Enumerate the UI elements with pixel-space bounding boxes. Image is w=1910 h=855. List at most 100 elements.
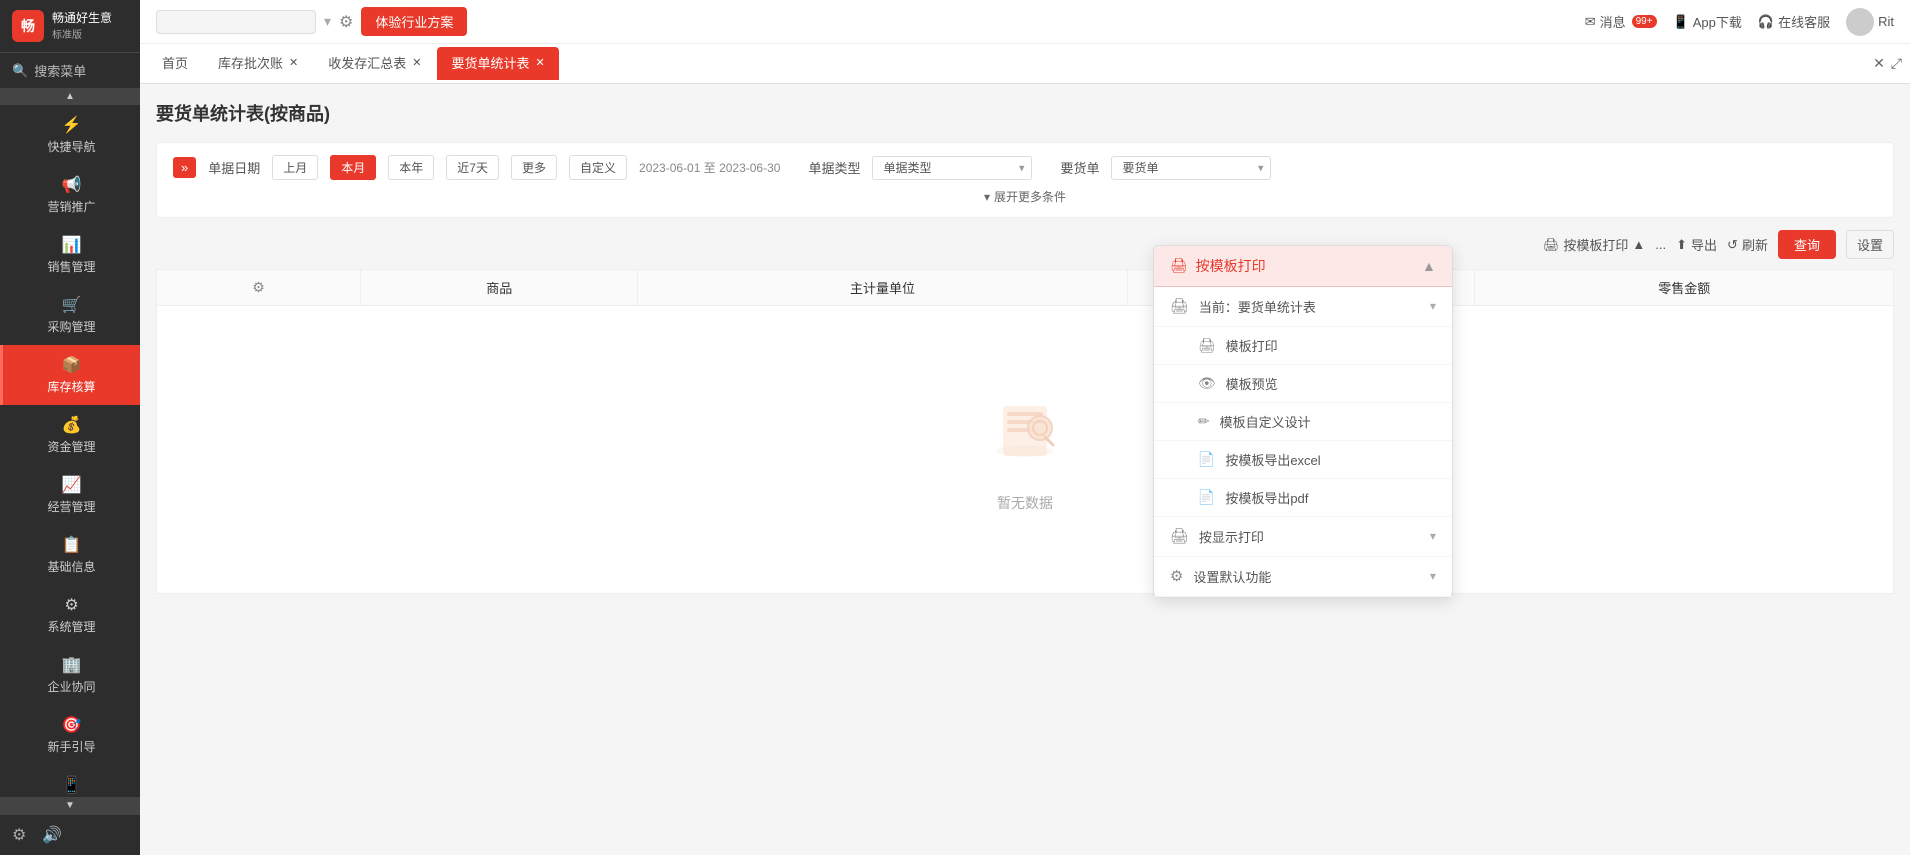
table-settings-icon[interactable]: ⚙ [252, 279, 265, 295]
refresh-button[interactable]: ↺ 刷新 [1727, 235, 1768, 254]
tab-receipt-summary-close[interactable]: ✕ [412, 56, 421, 69]
online-service-label: 在线客服 [1778, 12, 1830, 31]
date-more-button[interactable]: 更多 [511, 155, 557, 180]
avatar [1846, 8, 1874, 36]
tab-order-stat[interactable]: 要货单统计表 ✕ [437, 47, 558, 80]
tab-expand-button[interactable]: ⤢ [1891, 55, 1902, 72]
template-export-excel-icon: 📄 [1198, 451, 1215, 468]
template-export-pdf-label: 按模板导出pdf [1225, 488, 1308, 507]
set-default-chevron: ▾ [1430, 569, 1436, 583]
tab-batch-account-label: 库存批次账 [218, 53, 283, 72]
sidebar-item-system[interactable]: ⚙ 系统管理 [0, 585, 140, 645]
sidebar-item-marketing[interactable]: 📢 营销推广 [0, 165, 140, 225]
more-options-button[interactable]: ... [1655, 237, 1666, 252]
display-print-chevron: ▾ [1430, 529, 1436, 543]
set-default-item[interactable]: ⚙ 设置默认功能 ▾ [1154, 557, 1452, 597]
col-settings[interactable]: ⚙ [157, 270, 361, 306]
display-print-item[interactable]: 🖨 按显示打印 ▾ [1154, 517, 1452, 557]
sidebar-item-label: 采购管理 [47, 318, 95, 335]
date-last-month-button[interactable]: 上月 [272, 155, 318, 180]
export-button[interactable]: ⬆ 导出 [1676, 235, 1717, 254]
topbar-gear-icon[interactable]: ⚙ [339, 12, 353, 32]
audio-icon[interactable]: 🔊 [42, 825, 62, 845]
set-default-label: 设置默认功能 [1193, 567, 1271, 586]
sidebar-item-basic[interactable]: 📋 基础信息 [0, 525, 140, 585]
date-filter-label: 单据日期 [208, 158, 260, 177]
scroll-up-button[interactable]: ▲ [0, 88, 140, 105]
sidebar-item-label: 基础信息 [47, 558, 95, 575]
user-avatar-button[interactable]: Rit [1846, 8, 1894, 36]
print-dropdown-popup: 🖨 按模板打印 ▲ 🖨 当前：要货单统计表 ▾ [1153, 245, 1453, 598]
print-button[interactable]: 🖨 按模板打印 ▲ [1543, 235, 1645, 254]
sidebar-item-finance[interactable]: 💰 资金管理 [0, 405, 140, 465]
tab-close-all-button[interactable]: ✕ [1873, 55, 1885, 72]
template-print-icon: 🖨 [1198, 337, 1216, 354]
export-label: 导出 [1691, 235, 1717, 254]
industry-solution-button[interactable]: 体验行业方案 [361, 7, 467, 36]
tab-receipt-summary-label: 收发存汇总表 [328, 53, 406, 72]
filter-expand-icon-button[interactable]: » [173, 157, 196, 178]
template-print-item[interactable]: 🖨 模板打印 [1154, 327, 1452, 365]
marketing-icon: 📢 [62, 175, 82, 195]
tab-receipt-summary[interactable]: 收发存汇总表 ✕ [314, 47, 435, 80]
sidebar-item-label: 资金管理 [47, 438, 95, 455]
settings-icon[interactable]: ⚙ [12, 825, 26, 845]
download-icon: 📱 [1673, 14, 1689, 30]
message-button[interactable]: ✉ 消息 99+ [1585, 12, 1657, 31]
sidebar-search[interactable]: 🔍 搜索菜单 [0, 53, 140, 88]
date-last-7days-button[interactable]: 近7天 [446, 155, 499, 180]
type-filter-select[interactable]: 单据类型 [872, 156, 1032, 180]
template-design-item[interactable]: ✏ 模板自定义设计 [1154, 403, 1452, 441]
print-icon: 🖨 [1543, 237, 1560, 253]
sidebar-item-purchase[interactable]: 🛒 采购管理 [0, 285, 140, 345]
sidebar-item-label: 库存核算 [47, 378, 95, 395]
finance-icon: 💰 [62, 415, 82, 435]
settings-button[interactable]: 设置 [1846, 230, 1894, 259]
sidebar-item-newbie[interactable]: 🎯 新手引导 [0, 705, 140, 765]
filter-bar: » 单据日期 上月 本月 本年 近7天 更多 自定义 2023-06-01 至 … [156, 142, 1894, 218]
query-button[interactable]: 查询 [1778, 230, 1836, 259]
search-icon: 🔍 [12, 63, 28, 79]
set-default-icon: ⚙ [1170, 567, 1183, 585]
app-download-button[interactable]: 📱 App下载 [1673, 12, 1742, 31]
sidebar-item-inventory[interactable]: 📦 库存核算 [0, 345, 140, 405]
order-type-select[interactable]: 要货单 [1111, 156, 1271, 180]
topbar-search-input[interactable] [156, 10, 316, 34]
date-this-month-button[interactable]: 本月 [330, 155, 376, 180]
sidebar-item-enterprise[interactable]: 🏢 企业协同 [0, 645, 140, 705]
tab-batch-account-close[interactable]: ✕ [289, 56, 298, 69]
sidebar: 畅 畅通好生意 标准版 🔍 搜索菜单 ▲ ⚡ 快捷导航 📢 营销推广 📊 销售管… [0, 0, 140, 855]
content-area: 要货单统计表(按商品) » 单据日期 上月 本月 本年 近7天 更多 自定义 2… [140, 84, 1910, 855]
scroll-down-button[interactable]: ▼ [0, 797, 140, 814]
online-service-button[interactable]: 🎧 在线客服 [1758, 12, 1830, 31]
inventory-icon: 📦 [62, 355, 82, 375]
print-dropdown-close-button[interactable]: ▲ [1422, 258, 1436, 274]
expand-more-icon: ▾ [984, 190, 990, 204]
template-preview-item[interactable]: 👁 模板预览 [1154, 365, 1452, 403]
data-table: ⚙ 商品 主计量单位 主数量 零售金额 [156, 269, 1894, 594]
template-export-pdf-item[interactable]: 📄 按模板导出pdf [1154, 479, 1452, 517]
purchase-icon: 🛒 [62, 295, 82, 315]
tab-order-stat-close[interactable]: ✕ [536, 56, 545, 69]
tab-home[interactable]: 首页 [148, 47, 202, 80]
sidebar-item-sales[interactable]: 📊 销售管理 [0, 225, 140, 285]
template-export-excel-item[interactable]: 📄 按模板导出excel [1154, 441, 1452, 479]
basic-icon: 📋 [62, 535, 82, 555]
topbar-search-icon[interactable]: ▾ [324, 13, 331, 30]
expand-more-button[interactable]: ▾ 展开更多条件 [984, 188, 1066, 205]
date-custom-button[interactable]: 自定义 [569, 155, 627, 180]
export-icon: ⬆ [1676, 237, 1687, 253]
type-filter-label: 单据类型 [808, 158, 860, 177]
tab-batch-account[interactable]: 库存批次账 ✕ [204, 47, 312, 80]
print-dropdown-current[interactable]: 🖨 当前：要货单统计表 ▾ [1154, 287, 1452, 327]
date-this-year-button[interactable]: 本年 [388, 155, 434, 180]
sidebar-item-operation[interactable]: 📈 经营管理 [0, 465, 140, 525]
message-badge: 99+ [1632, 15, 1657, 28]
empty-text: 暂无数据 [997, 493, 1053, 513]
filter-row: » 单据日期 上月 本月 本年 近7天 更多 自定义 2023-06-01 至 … [173, 155, 1877, 180]
sidebar-item-quick-nav[interactable]: ⚡ 快捷导航 [0, 105, 140, 165]
sidebar-item-appstore[interactable]: 📱 应用中心 [0, 765, 140, 797]
operation-icon: 📈 [62, 475, 82, 495]
main-area: ▾ ⚙ 体验行业方案 ✉ 消息 99+ 📱 App下载 🎧 在线客服 Rit [140, 0, 1910, 855]
template-export-pdf-icon: 📄 [1198, 489, 1215, 506]
